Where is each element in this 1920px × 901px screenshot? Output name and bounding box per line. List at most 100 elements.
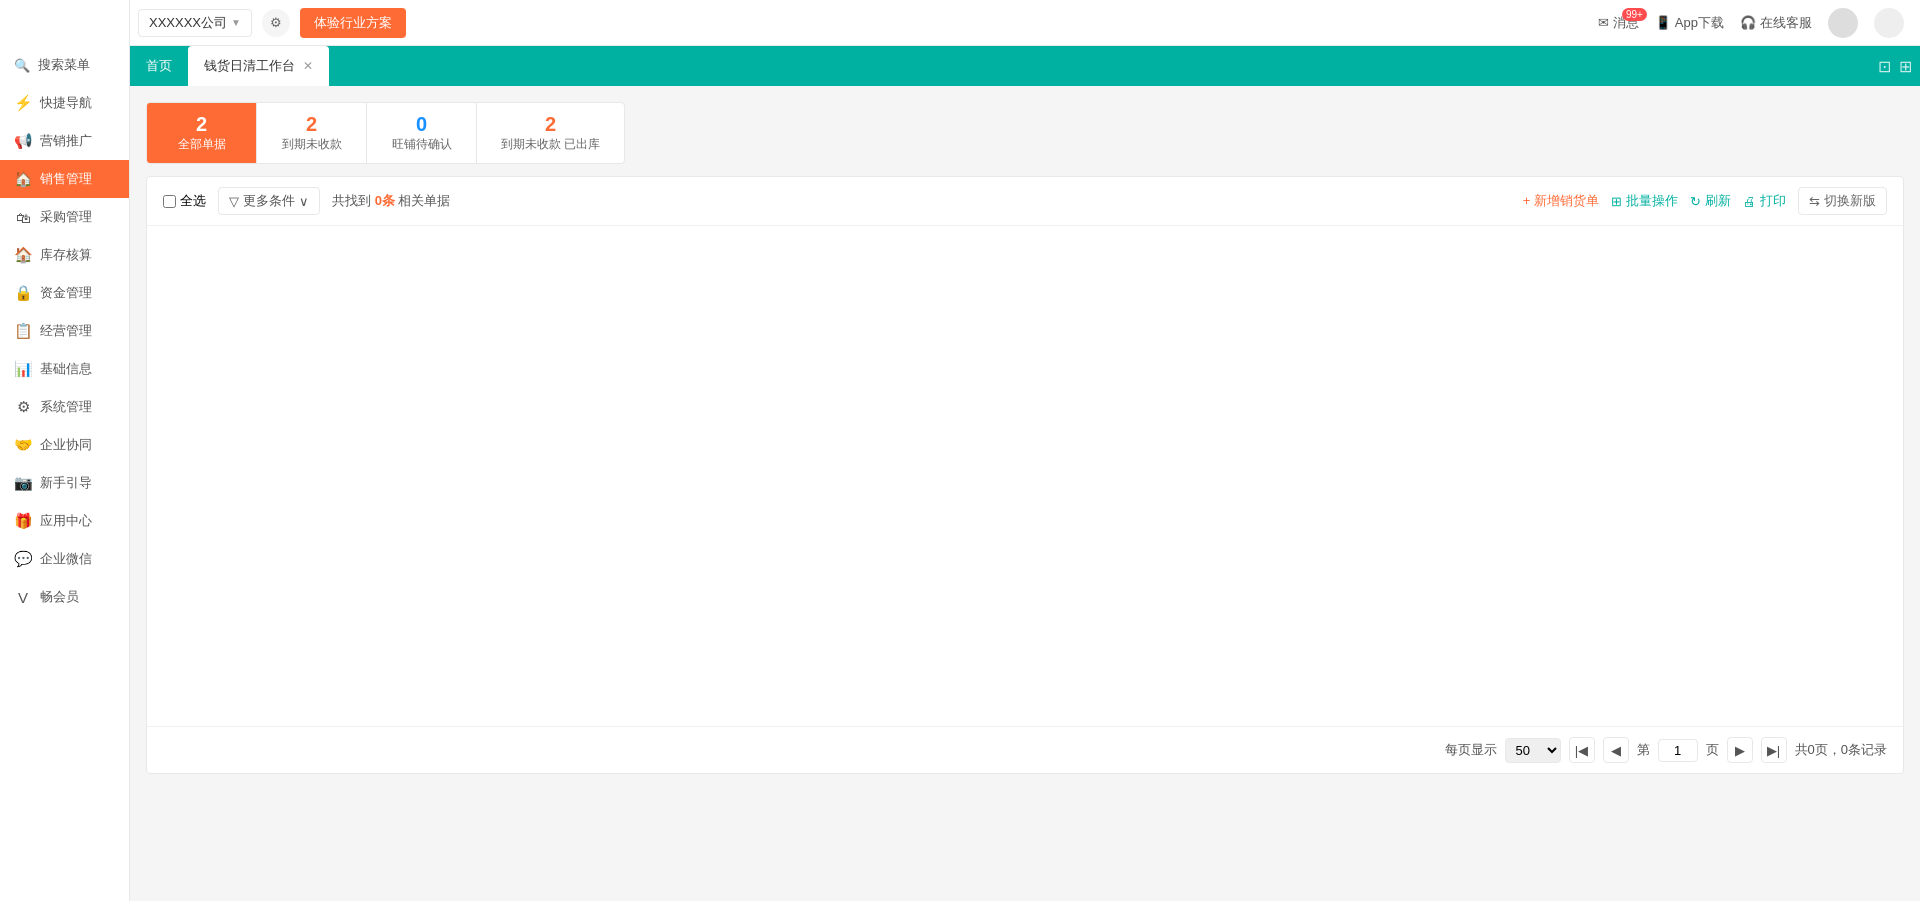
tab-close-icon[interactable]: ✕: [303, 59, 313, 73]
stat-label-pending: 旺铺待确认: [392, 137, 452, 151]
sidebar-item-operations[interactable]: 📋 经营管理: [0, 312, 129, 350]
sidebar: 🔍 搜索菜单 ⚡ 快捷导航 📢 营销推广 🏠 销售管理 🛍 采购管理 🏠 库存核…: [0, 0, 130, 901]
select-all-checkbox[interactable]: 全选: [163, 192, 206, 210]
found-text: 共找到 0条 相关单据: [332, 192, 450, 210]
stat-tab-shipped[interactable]: 2 到期未收款 已出库: [477, 103, 624, 163]
batch-icon: ⊞: [1611, 194, 1622, 209]
pagination-bar: 每页显示 50 100 |◀ ◀ 第 页 ▶ ▶| 共0页，0条记录: [147, 726, 1903, 773]
prev-page-button[interactable]: ◀: [1603, 737, 1629, 763]
finance-icon: 🔒: [14, 284, 32, 302]
chevron-icon: ∨: [299, 194, 309, 209]
stat-tab-overdue[interactable]: 2 到期未收款: [257, 103, 367, 163]
switch-icon: ⇆: [1809, 194, 1820, 209]
sidebar-item-wechat[interactable]: 💬 企业微信: [0, 540, 129, 578]
sidebar-item-purchase[interactable]: 🛍 采购管理: [0, 198, 129, 236]
sidebar-item-sales[interactable]: 🏠 销售管理: [0, 160, 129, 198]
content-area: 全选 ▽ 更多条件 ∨ 共找到 0条 相关单据 + 新增销货单 ⊞ 批量操作: [146, 176, 1904, 774]
purchase-icon: 🛍: [14, 209, 32, 226]
message-icon: ✉: [1598, 15, 1609, 30]
service-icon: 🎧: [1740, 15, 1756, 30]
apps-icon: 🎁: [14, 512, 32, 530]
chevron-down-icon: ▼: [231, 17, 241, 28]
page-label: 第: [1637, 741, 1650, 759]
found-count: 0条: [375, 193, 395, 208]
next-page-button[interactable]: ▶: [1727, 737, 1753, 763]
sidebar-item-basicinfo[interactable]: 📊 基础信息: [0, 350, 129, 388]
more-filters-button[interactable]: ▽ 更多条件 ∨: [218, 187, 320, 215]
batch-operation-button[interactable]: ⊞ 批量操作: [1611, 192, 1678, 210]
settings-button[interactable]: ⚙: [262, 9, 290, 37]
main-content: 2 全部单据 2 到期未收款 0 旺铺待确认 2 到期未收款 已出库 全选: [130, 86, 1920, 901]
refresh-button[interactable]: ↻ 刷新: [1690, 192, 1731, 210]
stats-tabs: 2 全部单据 2 到期未收款 0 旺铺待确认 2 到期未收款 已出库: [146, 102, 625, 164]
stat-tab-all[interactable]: 2 全部单据: [147, 103, 257, 163]
print-icon: 🖨: [1743, 194, 1756, 209]
message-button[interactable]: ✉ 消息 99+: [1598, 14, 1639, 32]
member-icon: V: [14, 589, 32, 606]
system-icon: ⚙: [14, 398, 32, 416]
refresh-icon: ↻: [1690, 194, 1701, 209]
sidebar-item-guide[interactable]: 📷 新手引导: [0, 464, 129, 502]
filter-icon: ▽: [229, 194, 239, 209]
search-menu[interactable]: 🔍 搜索菜单: [0, 46, 129, 84]
tab-workbench[interactable]: 钱货日清工作台 ✕: [188, 46, 329, 86]
first-page-button[interactable]: |◀: [1569, 737, 1595, 763]
sales-icon: 🏠: [14, 170, 32, 188]
trial-button[interactable]: 体验行业方案: [300, 8, 406, 38]
top-header: 畅 畅捷通好生意 标准版 XXXXXX公司 ▼ ⚙ 体验行业方案 ✉ 消息 99…: [0, 0, 1920, 46]
sidebar-item-member[interactable]: V 畅会员: [0, 578, 129, 616]
stat-count-shipped: 2: [501, 113, 600, 136]
operations-icon: 📋: [14, 322, 32, 340]
wechat-icon: 💬: [14, 550, 32, 568]
toolbar-left: 全选 ▽ 更多条件 ∨ 共找到 0条 相关单据: [163, 187, 450, 215]
page-size-select[interactable]: 50 100: [1505, 738, 1561, 763]
app-download-button[interactable]: 📱 App下载: [1655, 14, 1724, 32]
toolbar: 全选 ▽ 更多条件 ∨ 共找到 0条 相关单据 + 新增销货单 ⊞ 批量操作: [147, 177, 1903, 226]
checkbox-input[interactable]: [163, 195, 176, 208]
tab-end-buttons: ⊡ ⊞: [1878, 57, 1912, 76]
stat-count-pending: 0: [391, 113, 452, 136]
switch-version-button[interactable]: ⇆ 切换新版: [1798, 187, 1887, 215]
marketing-icon: 📢: [14, 132, 32, 150]
page-size-label: 每页显示: [1445, 741, 1497, 759]
company-selector[interactable]: XXXXXX公司 ▼: [138, 9, 252, 37]
sidebar-item-apps[interactable]: 🎁 应用中心: [0, 502, 129, 540]
empty-area: [147, 226, 1903, 726]
sidebar-item-finance[interactable]: 🔒 资金管理: [0, 274, 129, 312]
avatar[interactable]: [1828, 8, 1858, 38]
tab-minimize-button[interactable]: ⊡: [1878, 57, 1891, 76]
stat-label-shipped: 到期未收款 已出库: [501, 137, 600, 151]
stat-label-all: 全部单据: [178, 137, 226, 151]
page-number-input[interactable]: [1658, 739, 1698, 762]
nav-icon: ⚡: [14, 94, 32, 112]
avatar2[interactable]: [1874, 8, 1904, 38]
toolbar-right: + 新增销货单 ⊞ 批量操作 ↻ 刷新 🖨 打印 ⇆ 切换新版: [1523, 187, 1887, 215]
last-page-button[interactable]: ▶|: [1761, 737, 1787, 763]
print-button[interactable]: 🖨 打印: [1743, 192, 1786, 210]
page-label-end: 页: [1706, 741, 1719, 759]
stat-count-all: 2: [171, 113, 232, 136]
sidebar-item-marketing[interactable]: 📢 营销推广: [0, 122, 129, 160]
basicinfo-icon: 📊: [14, 360, 32, 378]
sidebar-item-cooperation[interactable]: 🤝 企业协同: [0, 426, 129, 464]
search-icon: 🔍: [14, 58, 30, 73]
cooperation-icon: 🤝: [14, 436, 32, 454]
inventory-icon: 🏠: [14, 246, 32, 264]
tab-maximize-button[interactable]: ⊞: [1899, 57, 1912, 76]
company-name: XXXXXX公司: [149, 14, 227, 32]
stat-label-overdue: 到期未收款: [282, 137, 342, 151]
add-order-button[interactable]: + 新增销货单: [1523, 192, 1599, 210]
sidebar-item-system[interactable]: ⚙ 系统管理: [0, 388, 129, 426]
guide-icon: 📷: [14, 474, 32, 492]
sidebar-item-inventory[interactable]: 🏠 库存核算: [0, 236, 129, 274]
stat-tab-pending[interactable]: 0 旺铺待确认: [367, 103, 477, 163]
stat-count-overdue: 2: [281, 113, 342, 136]
tab-home[interactable]: 首页: [130, 46, 188, 86]
tab-bar: 首页 钱货日清工作台 ✕ ⊡ ⊞: [130, 46, 1920, 86]
message-badge: 99+: [1622, 8, 1647, 21]
download-icon: 📱: [1655, 15, 1671, 30]
total-info: 共0页，0条记录: [1795, 741, 1887, 759]
online-service-button[interactable]: 🎧 在线客服: [1740, 14, 1812, 32]
sidebar-item-nav[interactable]: ⚡ 快捷导航: [0, 84, 129, 122]
header-right: ✉ 消息 99+ 📱 App下载 🎧 在线客服: [1598, 8, 1904, 38]
